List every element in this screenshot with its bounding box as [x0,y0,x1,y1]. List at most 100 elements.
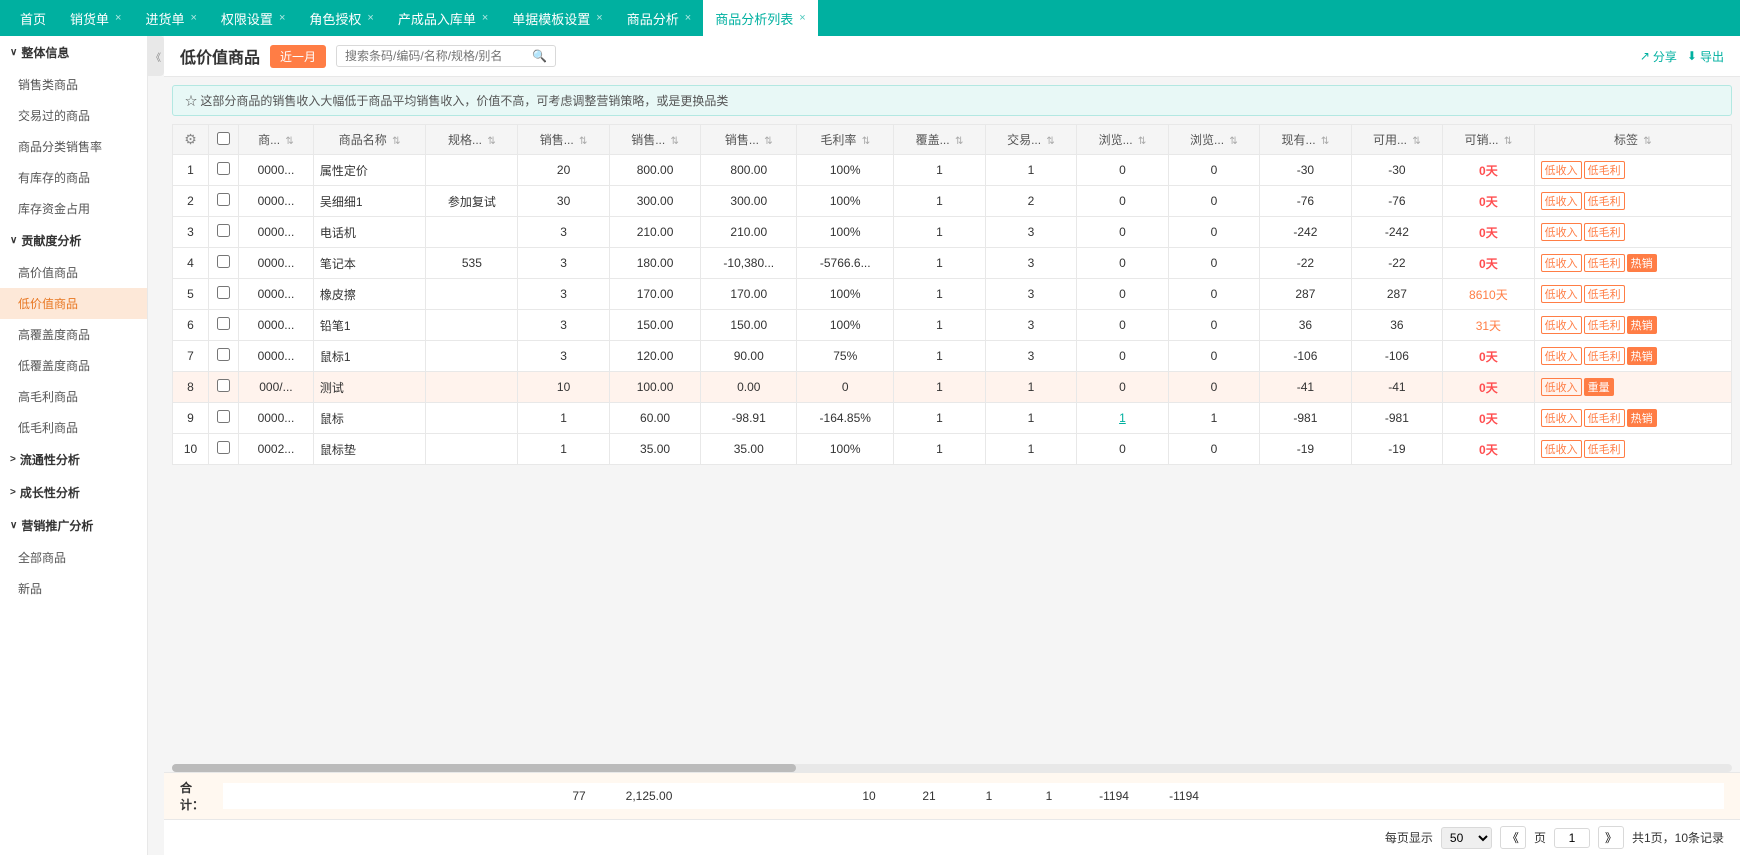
col-stock1[interactable]: 现有... ⇅ [1260,125,1351,155]
row-tags: 低收入低毛利 [1534,217,1731,248]
col-sales3[interactable]: 销售... ⇅ [701,125,797,155]
close-icon[interactable]: × [799,12,805,24]
nav-home[interactable]: 首页 [8,0,58,36]
col-tags[interactable]: 标签 ⇅ [1534,125,1731,155]
col-name[interactable]: 商品名称 ⇅ [313,125,426,155]
row-checkbox[interactable] [209,372,239,403]
scrollbar-thumb[interactable] [172,764,796,772]
nav-product-analysis-list[interactable]: 商品分析列表 × [703,0,817,36]
settings-icon[interactable]: ⚙ [184,131,197,147]
sidebar-item-stock-products[interactable]: 有库存的商品 [0,162,147,193]
close-icon[interactable]: × [367,12,373,24]
row-checkbox[interactable] [209,155,239,186]
table-row: 7 0000... 鼠标1 3 120.00 90.00 75% 1 3 0 0… [173,341,1732,372]
row-checkbox[interactable] [209,217,239,248]
close-icon[interactable]: × [279,12,285,24]
col-sales2[interactable]: 销售... ⇅ [609,125,700,155]
nav-product-inbound[interactable]: 产成品入库单 × [386,0,500,36]
row-gross: 100% [797,310,894,341]
col-browse2[interactable]: 浏览... ⇅ [1168,125,1259,155]
row-checkbox[interactable] [209,310,239,341]
nav-template-settings[interactable]: 单据模板设置 × [500,0,614,36]
sidebar-item-category-sales-rate[interactable]: 商品分类销售率 [0,131,147,162]
row-select-checkbox[interactable] [217,224,230,237]
sidebar-item-high-value[interactable]: 高价值商品 [0,257,147,288]
col-spec[interactable]: 规格... ⇅ [426,125,518,155]
row-stock2: -41 [1351,372,1442,403]
row-coverage: 1 [894,248,985,279]
sidebar-item-low-margin[interactable]: 低毛利商品 [0,412,147,443]
row-checkbox[interactable] [209,186,239,217]
row-checkbox[interactable] [209,434,239,465]
days-value: 31天 [1476,319,1501,333]
filter-recent-month-button[interactable]: 近一月 [270,45,326,68]
row-select-checkbox[interactable] [217,162,230,175]
sidebar-item-sales-products[interactable]: 销售类商品 [0,69,147,100]
col-stock3[interactable]: 可销... ⇅ [1443,125,1534,155]
row-select-checkbox[interactable] [217,348,230,361]
row-stock2: -19 [1351,434,1442,465]
sidebar-group-liquidity[interactable]: > 流通性分析 [0,443,147,476]
row-tags: 低收入低毛利 [1534,186,1731,217]
col-gross[interactable]: 毛利率 ⇅ [797,125,894,155]
col-checkbox[interactable] [209,125,239,155]
sidebar-item-low-value[interactable]: 低价值商品 [0,288,147,319]
horizontal-scrollbar[interactable] [172,764,1732,772]
sidebar-item-stock-capital[interactable]: 库存资金占用 [0,193,147,224]
page-number-input[interactable] [1554,828,1590,848]
row-select-checkbox[interactable] [217,317,230,330]
nav-product-analysis[interactable]: 商品分析 × [615,0,703,36]
row-select-checkbox[interactable] [217,255,230,268]
nav-purchase-order[interactable]: 进货单 × [133,0,208,36]
browse-link[interactable]: 1 [1119,411,1126,425]
col-settings[interactable]: ⚙ [173,125,209,155]
nav-permissions[interactable]: 权限设置 × [209,0,297,36]
row-browse1: 0 [1077,310,1168,341]
prev-page-button[interactable]: 《 [1500,826,1526,849]
sidebar-item-low-coverage[interactable]: 低覆盖度商品 [0,350,147,381]
sidebar-group-contribution[interactable]: ∨ 贡献度分析 [0,224,147,257]
row-checkbox[interactable] [209,248,239,279]
row-checkbox[interactable] [209,279,239,310]
sort-icon: ⇅ [285,136,293,147]
row-select-checkbox[interactable] [217,441,230,454]
close-icon[interactable]: × [190,12,196,24]
close-icon[interactable]: × [596,12,602,24]
col-stock2[interactable]: 可用... ⇅ [1351,125,1442,155]
search-input[interactable] [345,49,532,63]
close-icon[interactable]: × [685,12,691,24]
next-page-button[interactable]: 》 [1598,826,1624,849]
sidebar-group-growth[interactable]: > 成长性分析 [0,476,147,509]
nav-role-auth[interactable]: 角色授权 × [297,0,385,36]
sidebar-item-high-margin[interactable]: 高毛利商品 [0,381,147,412]
col-coverage[interactable]: 覆盖... ⇅ [894,125,985,155]
tag-badge: 低收入 [1541,440,1582,458]
sidebar-item-all-products[interactable]: 全部商品 [0,542,147,573]
table-header-row: ⚙ 商... ⇅ 商品名称 ⇅ 规格... ⇅ 销售... ⇅ 销售... ⇅ … [173,125,1732,155]
row-checkbox[interactable] [209,403,239,434]
close-icon[interactable]: × [115,12,121,24]
page-size-select[interactable]: 50 100 200 [1441,827,1492,849]
sort-icon: ⇅ [671,136,679,147]
share-button[interactable]: ↗ 分享 [1640,48,1677,65]
row-checkbox[interactable] [209,341,239,372]
row-select-checkbox[interactable] [217,286,230,299]
col-code[interactable]: 商... ⇅ [239,125,314,155]
nav-sales-order[interactable]: 销货单 × [58,0,133,36]
sidebar-group-marketing[interactable]: ∨ 营销推广分析 [0,509,147,542]
col-browse1[interactable]: 浏览... ⇅ [1077,125,1168,155]
row-select-checkbox[interactable] [217,410,230,423]
search-icon[interactable]: 🔍 [532,49,547,63]
select-all-checkbox[interactable] [217,132,230,145]
export-button[interactable]: ⬇ 导出 [1687,48,1724,65]
sidebar-item-new-products[interactable]: 新品 [0,573,147,604]
close-icon[interactable]: × [482,12,488,24]
col-trade[interactable]: 交易... ⇅ [985,125,1076,155]
row-select-checkbox[interactable] [217,379,230,392]
sidebar-item-traded-products[interactable]: 交易过的商品 [0,100,147,131]
sidebar-group-overall[interactable]: ∨ 整体信息 [0,36,147,69]
sidebar-item-high-coverage[interactable]: 高覆盖度商品 [0,319,147,350]
col-sales1[interactable]: 销售... ⇅ [518,125,609,155]
sidebar-collapse-button[interactable]: 《 [148,36,164,76]
row-select-checkbox[interactable] [217,193,230,206]
